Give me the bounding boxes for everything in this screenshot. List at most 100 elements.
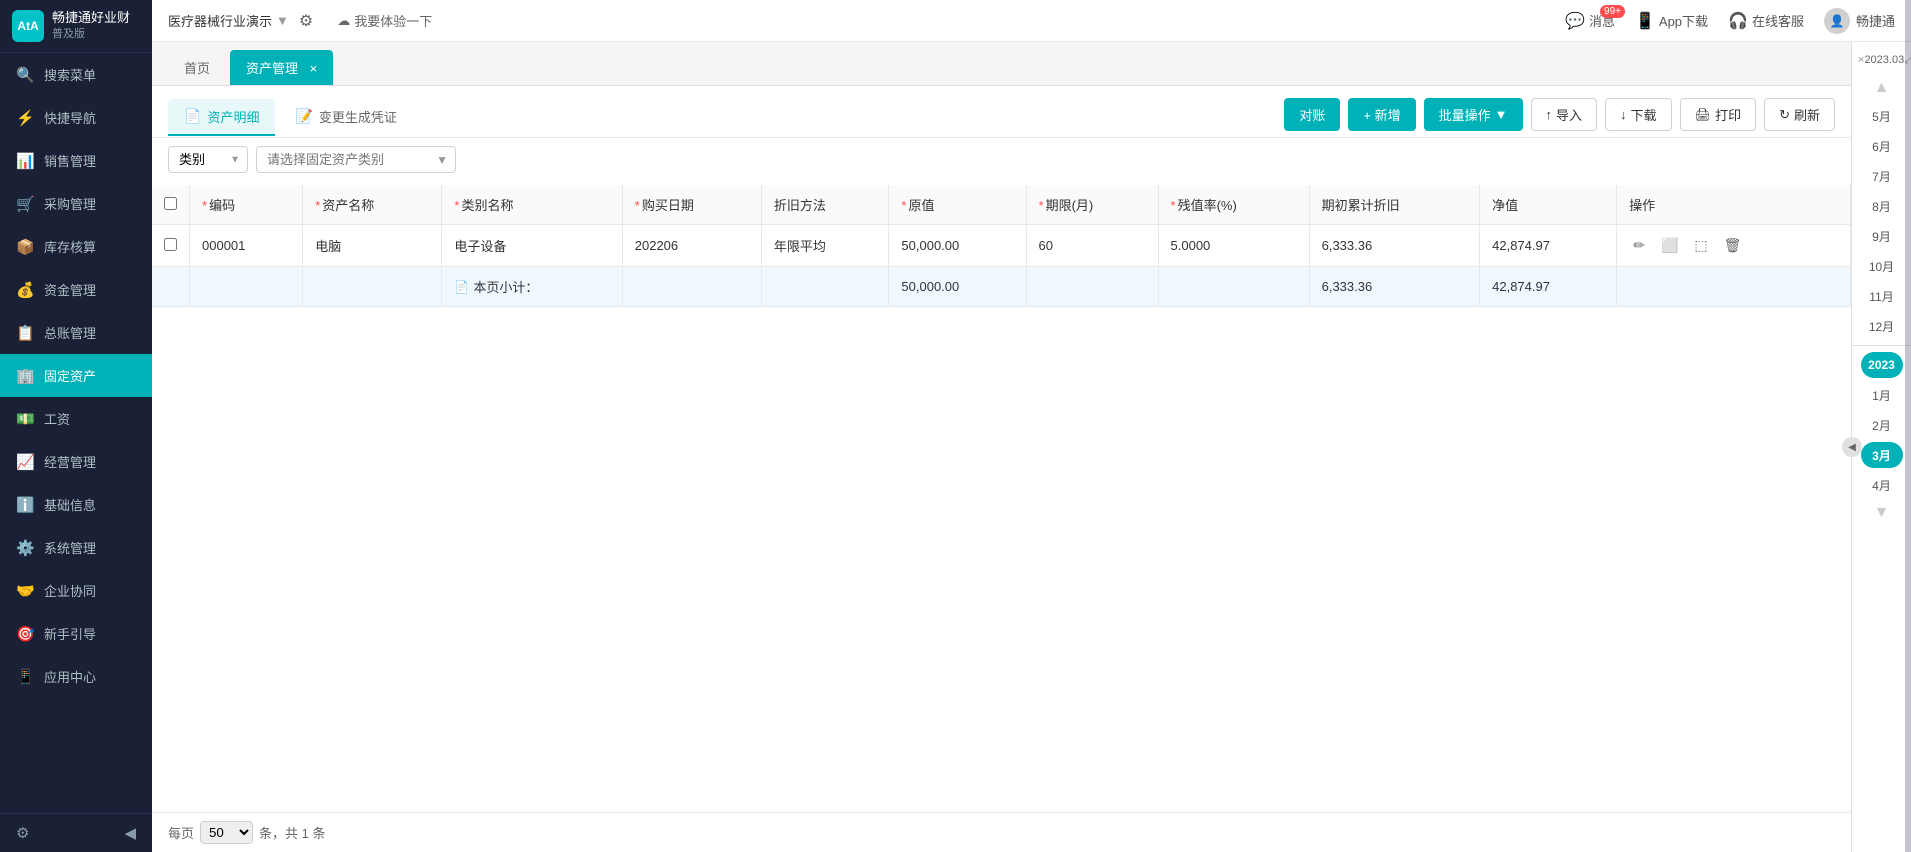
month-jan-2023[interactable]: 1月 — [1861, 382, 1903, 408]
right-panel-year: 2023.03 — [1864, 54, 1904, 66]
category-filter-wrap: 类别 — [168, 146, 248, 173]
more-button[interactable]: ⬚ — [1690, 235, 1711, 256]
online-service-button[interactable]: 🎧 在线客服 — [1728, 11, 1804, 31]
cell-accumulated-depreciation: 6,333.36 — [1309, 225, 1480, 267]
logo-text: 畅捷通好业财 普及版 — [52, 10, 130, 41]
batch-arrow-icon: ▼ — [1495, 107, 1508, 122]
month-8[interactable]: 8月 — [1861, 193, 1903, 219]
category-select[interactable]: 类别 — [168, 146, 248, 173]
copy-button[interactable]: ⬜ — [1657, 235, 1682, 256]
new-btn[interactable]: + 新增 — [1348, 98, 1415, 131]
right-panel-expand-button[interactable]: ◀ — [1842, 437, 1862, 457]
col-checkbox — [152, 185, 190, 225]
edit-button[interactable]: ✏ — [1629, 235, 1649, 256]
sidebar-item-sales[interactable]: 📊 销售管理 — [0, 139, 152, 182]
right-panel-down-button[interactable]: ▼ — [1870, 500, 1894, 526]
month-mar-2023[interactable]: 3月 — [1861, 442, 1903, 468]
month-apr-2023[interactable]: 4月 — [1861, 472, 1903, 498]
sidebar-item-guide[interactable]: 🎯 新手引导 — [0, 612, 152, 655]
sidebar-item-app-center[interactable]: 📱 应用中心 — [0, 655, 152, 698]
purchase-icon: 🛒 — [16, 195, 34, 213]
row-checkbox[interactable] — [164, 238, 177, 251]
table-header-row: *编码 *资产名称 *类别名称 *购买日期 折旧方法 *原值 *期限(月) *残… — [152, 185, 1851, 225]
cell-code: 000001 — [190, 225, 303, 267]
avatar: 👤 — [1824, 8, 1850, 34]
inventory-icon: 📦 — [16, 238, 34, 256]
tab-home[interactable]: 首页 — [168, 50, 226, 85]
sub-tab-change-voucher[interactable]: 📝 变更生成凭证 — [279, 99, 412, 136]
category-input-wrap: ▼ — [256, 146, 456, 173]
month-5[interactable]: 5月 — [1861, 103, 1903, 129]
online-service-label: 在线客服 — [1752, 11, 1804, 30]
fixed-assets-icon: 🏢 — [16, 367, 34, 385]
per-page-select[interactable]: 50 10 20 100 — [200, 821, 253, 844]
month-11[interactable]: 11月 — [1861, 283, 1903, 309]
panel-separator — [1852, 345, 1911, 346]
print-icon: 🖨 — [1695, 107, 1712, 123]
sidebar-item-search[interactable]: 🔍 搜索菜单 — [0, 53, 152, 96]
sidebar-item-funds[interactable]: 💰 资金管理 — [0, 268, 152, 311]
month-6[interactable]: 6月 — [1861, 133, 1903, 159]
month-9[interactable]: 9月 — [1861, 223, 1903, 249]
account-btn[interactable]: 对账 — [1284, 98, 1340, 131]
company-selector[interactable]: 医疗器械行业演示 ▼ — [168, 11, 289, 30]
sidebar-item-enterprise[interactable]: 🤝 企业协同 — [0, 569, 152, 612]
refresh-icon: ↻ — [1779, 107, 1790, 123]
sidebar-item-system[interactable]: ⚙️ 系统管理 — [0, 526, 152, 569]
sidebar-item-label: 固定资产 — [44, 366, 96, 385]
table-wrap: *编码 *资产名称 *类别名称 *购买日期 折旧方法 *原值 *期限(月) *残… — [152, 185, 1851, 812]
sidebar-item-label: 系统管理 — [44, 538, 96, 557]
sidebar-item-basic-info[interactable]: ℹ️ 基础信息 — [0, 483, 152, 526]
subtotal-net-value: 42,874.97 — [1480, 267, 1617, 307]
sidebar-item-payroll[interactable]: 💵 工资 — [0, 397, 152, 440]
select-all-checkbox[interactable] — [164, 197, 177, 210]
subtotal-empty-8 — [1617, 267, 1851, 307]
page-content: 首页 资产管理 × 📄 资产明细 📝 变更生成凭证 — [152, 42, 1851, 852]
topbar-right: 💬 消息 99+ 📱 App下载 🎧 在线客服 👤 畅捷通 — [1565, 8, 1895, 34]
sidebar-item-operations[interactable]: 📈 经营管理 — [0, 440, 152, 483]
import-btn[interactable]: ↑ 导入 — [1531, 98, 1598, 131]
content-area: 首页 资产管理 × 📄 资产明细 📝 变更生成凭证 — [152, 42, 1911, 852]
sidebar-item-quick-nav[interactable]: ⚡ 快捷导航 — [0, 96, 152, 139]
sidebar-logo: AtA 畅捷通好业财 普及版 — [0, 0, 152, 53]
sidebar-item-fixed-assets[interactable]: 🏢 固定资产 — [0, 354, 152, 397]
batch-btn[interactable]: 批量操作 ▼ — [1424, 98, 1523, 131]
right-panel-expand-icon[interactable]: ⤢ — [1904, 52, 1911, 67]
messages-button[interactable]: 💬 消息 99+ — [1565, 11, 1615, 31]
user-menu[interactable]: 👤 畅捷通 — [1824, 8, 1895, 34]
sidebar-item-ledger[interactable]: 📋 总账管理 — [0, 311, 152, 354]
delete-button[interactable]: 🗑 — [1720, 235, 1746, 256]
download-btn[interactable]: ↓ 下载 — [1605, 98, 1672, 131]
logo-icon: AtA — [12, 10, 44, 42]
tab-asset-management[interactable]: 资产管理 × — [230, 50, 333, 85]
sidebar-collapse-button[interactable]: ◀ — [124, 824, 136, 842]
sidebar-item-inventory[interactable]: 📦 库存核算 — [0, 225, 152, 268]
funds-icon: 💰 — [16, 281, 34, 299]
subtotal-empty-7 — [1158, 267, 1309, 307]
subtotal-row: 📄 本页小计： 50,000.00 6,333.36 — [152, 267, 1851, 307]
subtotal-empty-5 — [761, 267, 888, 307]
import-icon: ↑ — [1546, 107, 1553, 122]
right-panel: ◀ × 2023.03 ⤢ ▲ 5月 6月 7月 8月 9月 10月 11月 1… — [1851, 42, 1911, 852]
print-btn[interactable]: 🖨 打印 — [1680, 98, 1757, 131]
year-2023-label[interactable]: 2023 — [1861, 352, 1903, 378]
company-dropdown-arrow: ▼ — [276, 13, 289, 28]
month-7[interactable]: 7月 — [1861, 163, 1903, 189]
category-input[interactable] — [256, 146, 456, 173]
experience-button[interactable]: ☁ 我要体验一下 — [337, 11, 432, 30]
asset-table: *编码 *资产名称 *类别名称 *购买日期 折旧方法 *原值 *期限(月) *残… — [152, 185, 1851, 307]
settings-button[interactable]: ⚙ — [16, 824, 29, 842]
sub-tab-asset-detail[interactable]: 📄 资产明细 — [168, 99, 275, 136]
tab-close-button[interactable]: × — [310, 61, 318, 76]
month-feb-2023[interactable]: 2月 — [1861, 412, 1903, 438]
app-download-button[interactable]: 📱 App下载 — [1635, 11, 1708, 31]
refresh-btn[interactable]: ↻ 刷新 — [1764, 98, 1835, 131]
month-10[interactable]: 10月 — [1861, 253, 1903, 279]
right-panel-up-button[interactable]: ▲ — [1870, 75, 1894, 101]
sidebar-item-label: 企业协同 — [44, 581, 96, 600]
topbar-gear-button[interactable]: ⚙ — [299, 11, 313, 31]
total-count-label: 条，共 1 条 — [259, 823, 325, 842]
sub-tab-label: 变更生成凭证 — [319, 107, 397, 126]
sidebar-item-purchase[interactable]: 🛒 采购管理 — [0, 182, 152, 225]
month-12[interactable]: 12月 — [1861, 313, 1903, 339]
